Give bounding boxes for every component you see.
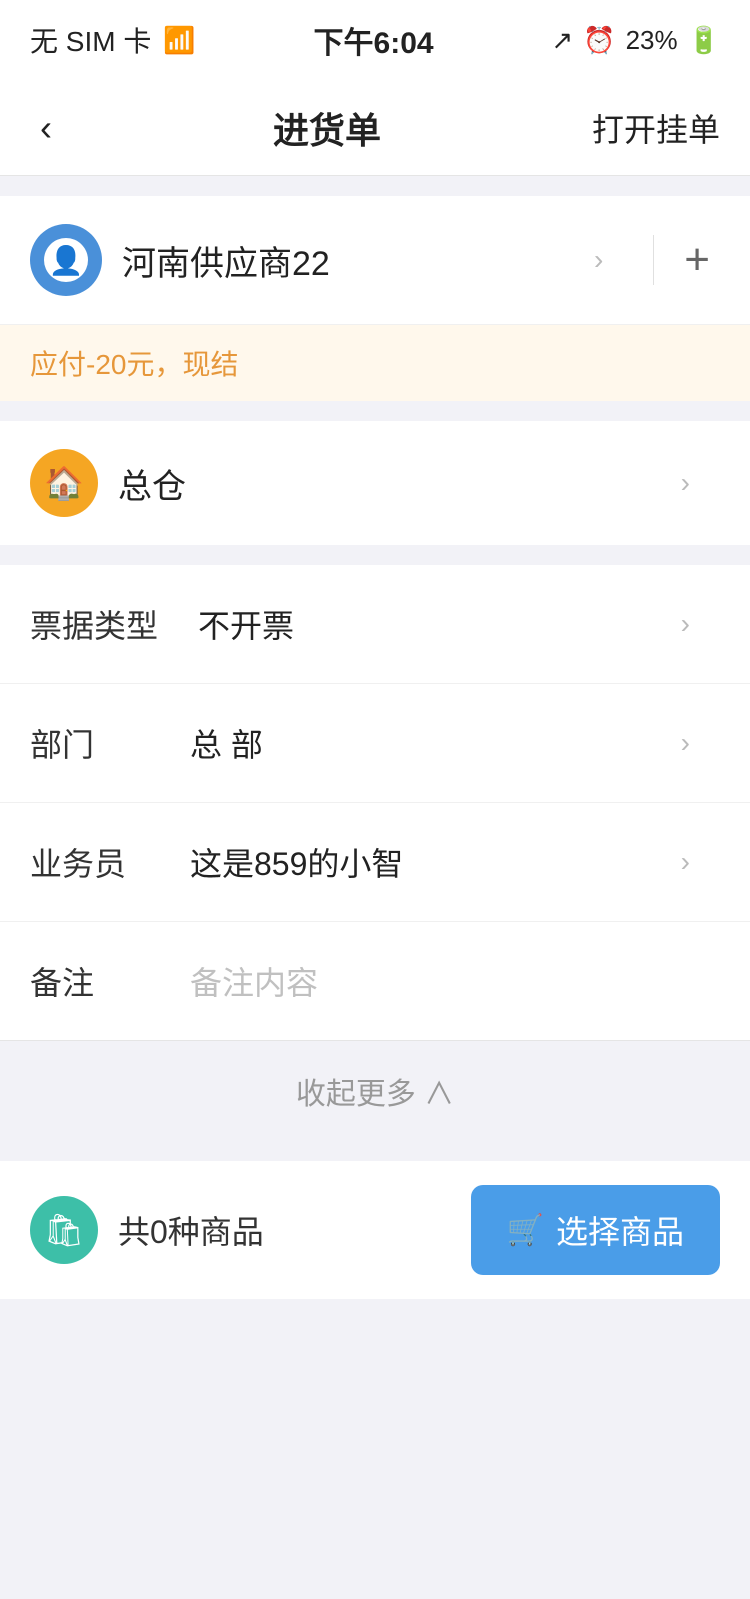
collapse-row[interactable]: 收起更多 ∧ [0, 1040, 750, 1141]
product-icon: 🛍 [44, 1211, 85, 1249]
product-icon-wrap: 🛍 [30, 1196, 98, 1264]
warehouse-name: 总仓 [118, 459, 681, 508]
notice-bar: 应付-20元，现结 [0, 325, 750, 401]
invoice-value: 不开票 [158, 601, 681, 647]
dept-label: 部门 [30, 720, 150, 766]
invoice-label: 票据类型 [30, 601, 158, 647]
warehouse-icon: 🏠 [44, 464, 84, 502]
status-bar: 无 SIM 卡 📶 下午6:04 ↗ ⏰ 23% 🔋 [0, 0, 750, 80]
remark-row[interactable]: 备注 备注内容 [0, 922, 750, 1040]
supplier-section: 👤 河南供应商22 › + 应付-20元，现结 [0, 196, 750, 401]
carrier-text: 无 SIM 卡 [30, 20, 151, 60]
dept-chevron-icon: › [681, 727, 690, 759]
remark-label: 备注 [30, 958, 150, 1004]
avatar-icon: 👤 [44, 238, 88, 282]
bottom-bar: 🛍 共0种商品 🛒 选择商品 [0, 1161, 750, 1299]
select-product-icon: 🛒 [507, 1213, 544, 1248]
product-count: 共0种商品 [118, 1207, 471, 1253]
warehouse-row[interactable]: 🏠 总仓 › [0, 421, 750, 545]
back-button[interactable]: ‹ [30, 97, 62, 159]
section-gap-1 [0, 176, 750, 196]
avatar-person-icon: 👤 [49, 244, 84, 277]
add-supplier-button[interactable]: + [674, 235, 720, 285]
sales-label: 业务员 [30, 839, 150, 885]
form-section: 票据类型 不开票 › 部门 总 部 › 业务员 这是859的小智 › 备注 备注… [0, 565, 750, 1040]
location-icon: ↗ [551, 25, 573, 56]
status-time: 下午6:04 [314, 18, 434, 62]
page-bottom [0, 1299, 750, 1599]
supplier-chevron-icon: › [594, 244, 603, 276]
remark-input[interactable]: 备注内容 [150, 958, 720, 1004]
collapse-label: 收起更多 ∧ [296, 1069, 454, 1113]
battery-text: 23% [626, 25, 678, 56]
warehouse-section: 🏠 总仓 › [0, 421, 750, 545]
page-title: 进货单 [273, 102, 381, 154]
supplier-name: 河南供应商22 [122, 236, 594, 285]
open-pending-button[interactable]: 打开挂单 [592, 105, 720, 151]
select-product-label: 选择商品 [556, 1207, 684, 1253]
sales-value: 这是859的小智 [150, 839, 681, 885]
dept-value: 总 部 [150, 720, 681, 766]
divider [653, 235, 654, 285]
status-left: 无 SIM 卡 📶 [30, 20, 196, 60]
invoice-type-row[interactable]: 票据类型 不开票 › [0, 565, 750, 684]
salesperson-row[interactable]: 业务员 这是859的小智 › [0, 803, 750, 922]
nav-bar: ‹ 进货单 打开挂单 [0, 80, 750, 176]
battery-icon: 🔋 [688, 25, 720, 56]
select-product-button[interactable]: 🛒 选择商品 [471, 1185, 720, 1275]
status-right: ↗ ⏰ 23% 🔋 [551, 25, 720, 56]
supplier-row[interactable]: 👤 河南供应商22 › + [0, 196, 750, 325]
warehouse-chevron-icon: › [681, 467, 690, 499]
sales-chevron-icon: › [681, 846, 690, 878]
alarm-icon: ⏰ [583, 25, 615, 56]
supplier-avatar: 👤 [30, 224, 102, 296]
department-row[interactable]: 部门 总 部 › [0, 684, 750, 803]
invoice-chevron-icon: › [681, 608, 690, 640]
warehouse-icon-wrap: 🏠 [30, 449, 98, 517]
wifi-icon: 📶 [163, 25, 195, 56]
